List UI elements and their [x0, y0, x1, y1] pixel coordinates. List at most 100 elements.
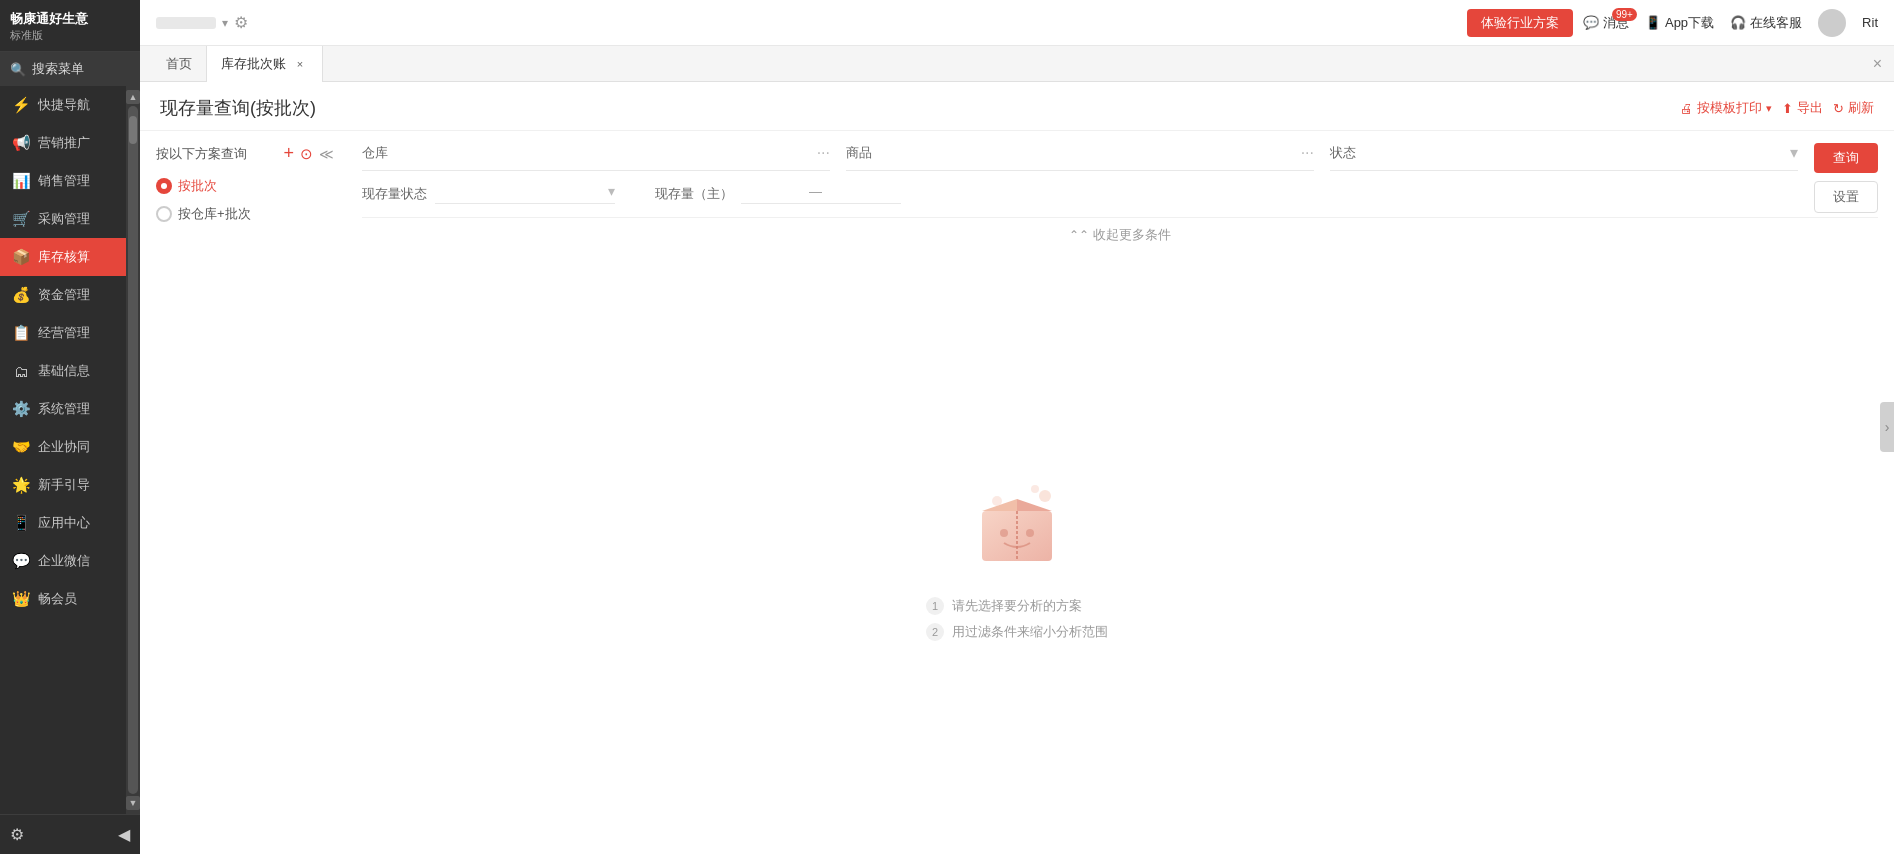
app-name: 畅康通好生意: [10, 10, 130, 28]
sidebar-item-enterprise[interactable]: 🤝 企业协同: [0, 428, 126, 466]
inventory-qty-group: 现存量（主） —: [655, 184, 901, 204]
app-center-icon: 📱: [12, 514, 30, 532]
empty-tips: 1 请先选择要分析的方案 2 用过滤条件来缩小分析范围: [926, 597, 1108, 641]
main-area: ▾ ⚙ 体验行业方案 💬 消息 99+ 📱 App下载 🎧 在线客服 Rit 首: [140, 0, 1894, 854]
scheme-item-by-warehouse-batch[interactable]: 按仓库+批次: [156, 200, 334, 228]
enterprise-icon: 🤝: [12, 438, 30, 456]
product-more-button[interactable]: ···: [1297, 144, 1314, 162]
search-icon: 🔍: [10, 62, 26, 77]
user-avatar[interactable]: [1818, 9, 1846, 37]
scheme-add-button[interactable]: +: [283, 143, 294, 164]
inventory-status-dropdown-icon[interactable]: ▾: [608, 183, 615, 199]
sidebar-item-finance-label: 资金管理: [38, 286, 90, 304]
inventory-qty-to-input[interactable]: [830, 184, 890, 199]
product-filter-label: 商品: [846, 144, 872, 162]
filter-settings-button[interactable]: 设置: [1814, 181, 1878, 213]
panel-close-button[interactable]: ×: [1873, 55, 1882, 73]
warehouse-more-button[interactable]: ···: [813, 144, 830, 162]
svg-point-4: [1039, 490, 1051, 502]
inventory-qty-from-input[interactable]: [741, 184, 801, 199]
print-label: 按模板打印: [1697, 99, 1762, 117]
export-icon: ⬆: [1782, 101, 1793, 116]
sidebar-item-member[interactable]: 👑 畅会员: [0, 580, 126, 618]
empty-tip-1: 1 请先选择要分析的方案: [926, 597, 1108, 615]
status-dropdown-icon[interactable]: ▾: [1790, 143, 1798, 162]
app-download-button[interactable]: 📱 App下载: [1645, 14, 1714, 32]
online-service-button[interactable]: 🎧 在线客服: [1730, 14, 1802, 32]
filter-fields-area: 仓库 ··· 商品 ··· 状态: [362, 143, 1798, 208]
sidebar-item-newbie[interactable]: 🌟 新手引导: [0, 466, 126, 504]
refresh-button[interactable]: ↻ 刷新: [1833, 99, 1874, 117]
inventory-status-label: 现存量状态: [362, 185, 427, 203]
app-version: 标准版: [10, 28, 130, 43]
sidebar-item-operation[interactable]: 📋 经营管理: [0, 314, 126, 352]
system-icon: ⚙️: [12, 400, 30, 418]
empty-tip-2: 2 用过滤条件来缩小分析范围: [926, 623, 1108, 641]
enterprise-wechat-icon: 💬: [12, 552, 30, 570]
collapse-more-label: 收起更多条件: [1093, 226, 1171, 244]
sidebar-item-system[interactable]: ⚙️ 系统管理: [0, 390, 126, 428]
svg-point-8: [1026, 529, 1034, 537]
scheme-item-by-batch[interactable]: 按批次: [156, 172, 334, 200]
sidebar-item-finance[interactable]: 💰 资金管理: [0, 276, 126, 314]
query-button[interactable]: 查询: [1814, 143, 1878, 173]
chevron-down-icon[interactable]: ▾: [222, 16, 228, 30]
collapse-more-button[interactable]: ⌃⌃ 收起更多条件: [362, 217, 1878, 248]
sidebar-scroll-up-btn[interactable]: ▲: [126, 90, 140, 104]
sidebar-item-inventory[interactable]: 📦 库存核算: [0, 238, 126, 276]
filter-scheme-title: 按以下方案查询: [156, 145, 247, 163]
empty-state: 1 请先选择要分析的方案 2 用过滤条件来缩小分析范围: [140, 248, 1894, 854]
messages-button[interactable]: 💬 消息 99+: [1583, 14, 1629, 32]
marketing-icon: 📢: [12, 134, 30, 152]
filter-scheme-panel: 按以下方案查询 + ⊙ ≪ 按批次 按仓库+批次: [156, 143, 346, 248]
status-filter-group: 状态 ▾: [1330, 143, 1798, 171]
sidebar-item-inventory-label: 库存核算: [38, 248, 90, 266]
right-panel-close-handle[interactable]: ›: [1880, 402, 1894, 452]
sidebar-item-basic-label: 基础信息: [38, 362, 90, 380]
username-label[interactable]: Rit: [1862, 15, 1878, 30]
sidebar-search[interactable]: 🔍 搜索菜单: [0, 52, 140, 86]
empty-tip-1-text: 请先选择要分析的方案: [952, 597, 1082, 615]
sidebar-item-quick-nav[interactable]: ⚡ 快捷导航: [0, 86, 126, 124]
sidebar-settings-btn[interactable]: ⚙: [10, 825, 24, 844]
sidebar-item-purchase-label: 采购管理: [38, 210, 90, 228]
scheme-active-indicator: [156, 178, 172, 194]
sidebar-item-app-center[interactable]: 📱 应用中心: [0, 504, 126, 542]
tab-home[interactable]: 首页: [152, 46, 207, 82]
sidebar-item-marketing[interactable]: 📢 营销推广: [0, 124, 126, 162]
breadcrumb-text: [156, 17, 216, 29]
tab-close-button[interactable]: ×: [292, 56, 308, 72]
warehouse-filter-input[interactable]: [396, 145, 813, 160]
warehouse-filter-label: 仓库: [362, 144, 388, 162]
sidebar-scroll-down-btn[interactable]: ▼: [126, 796, 140, 810]
empty-state-icon: [957, 461, 1077, 581]
breadcrumb: ▾ ⚙: [156, 13, 1457, 32]
refresh-icon: ↻: [1833, 101, 1844, 116]
scheme-collapse-button[interactable]: ≪: [319, 146, 334, 162]
filter-action-buttons: 查询 设置: [1814, 143, 1878, 213]
sidebar-item-purchase[interactable]: 🛒 采购管理: [0, 200, 126, 238]
tabs-bar: 首页 库存批次账 × ×: [140, 46, 1894, 82]
scheme-settings-button[interactable]: ⊙: [300, 145, 313, 163]
tab-inventory-batch[interactable]: 库存批次账 ×: [207, 46, 323, 82]
trial-button[interactable]: 体验行业方案: [1467, 9, 1573, 37]
tip-number-2: 2: [926, 623, 944, 641]
message-icon: 💬: [1583, 15, 1599, 30]
print-chevron-down-icon[interactable]: ▾: [1766, 102, 1772, 115]
sidebar: 畅康通好生意 标准版 🔍 搜索菜单 ⚡ 快捷导航 📢 营销推广 📊 销售管理 🛒…: [0, 0, 140, 854]
product-filter-input[interactable]: [880, 145, 1297, 160]
gear-icon[interactable]: ⚙: [234, 13, 248, 32]
tab-inventory-batch-label: 库存批次账: [221, 55, 286, 73]
sidebar-item-sales[interactable]: 📊 销售管理: [0, 162, 126, 200]
page-header: 现存量查询(按批次) 🖨 按模板打印 ▾ ⬆ 导出 ↻ 刷新: [140, 82, 1894, 131]
sidebar-collapse-btn[interactable]: ◀: [118, 825, 130, 844]
sidebar-item-basic[interactable]: 🗂 基础信息: [0, 352, 126, 390]
sidebar-item-enterprise-wechat[interactable]: 💬 企业微信: [0, 542, 126, 580]
filter-fields-panel: 仓库 ··· 商品 ··· 状态: [346, 143, 1878, 248]
export-button[interactable]: ⬆ 导出: [1782, 99, 1823, 117]
topbar-right: 💬 消息 99+ 📱 App下载 🎧 在线客服 Rit: [1583, 9, 1878, 37]
member-icon: 👑: [12, 590, 30, 608]
inventory-qty-dash: —: [809, 184, 822, 199]
print-button[interactable]: 🖨 按模板打印 ▾: [1680, 99, 1772, 117]
sidebar-item-marketing-label: 营销推广: [38, 134, 90, 152]
